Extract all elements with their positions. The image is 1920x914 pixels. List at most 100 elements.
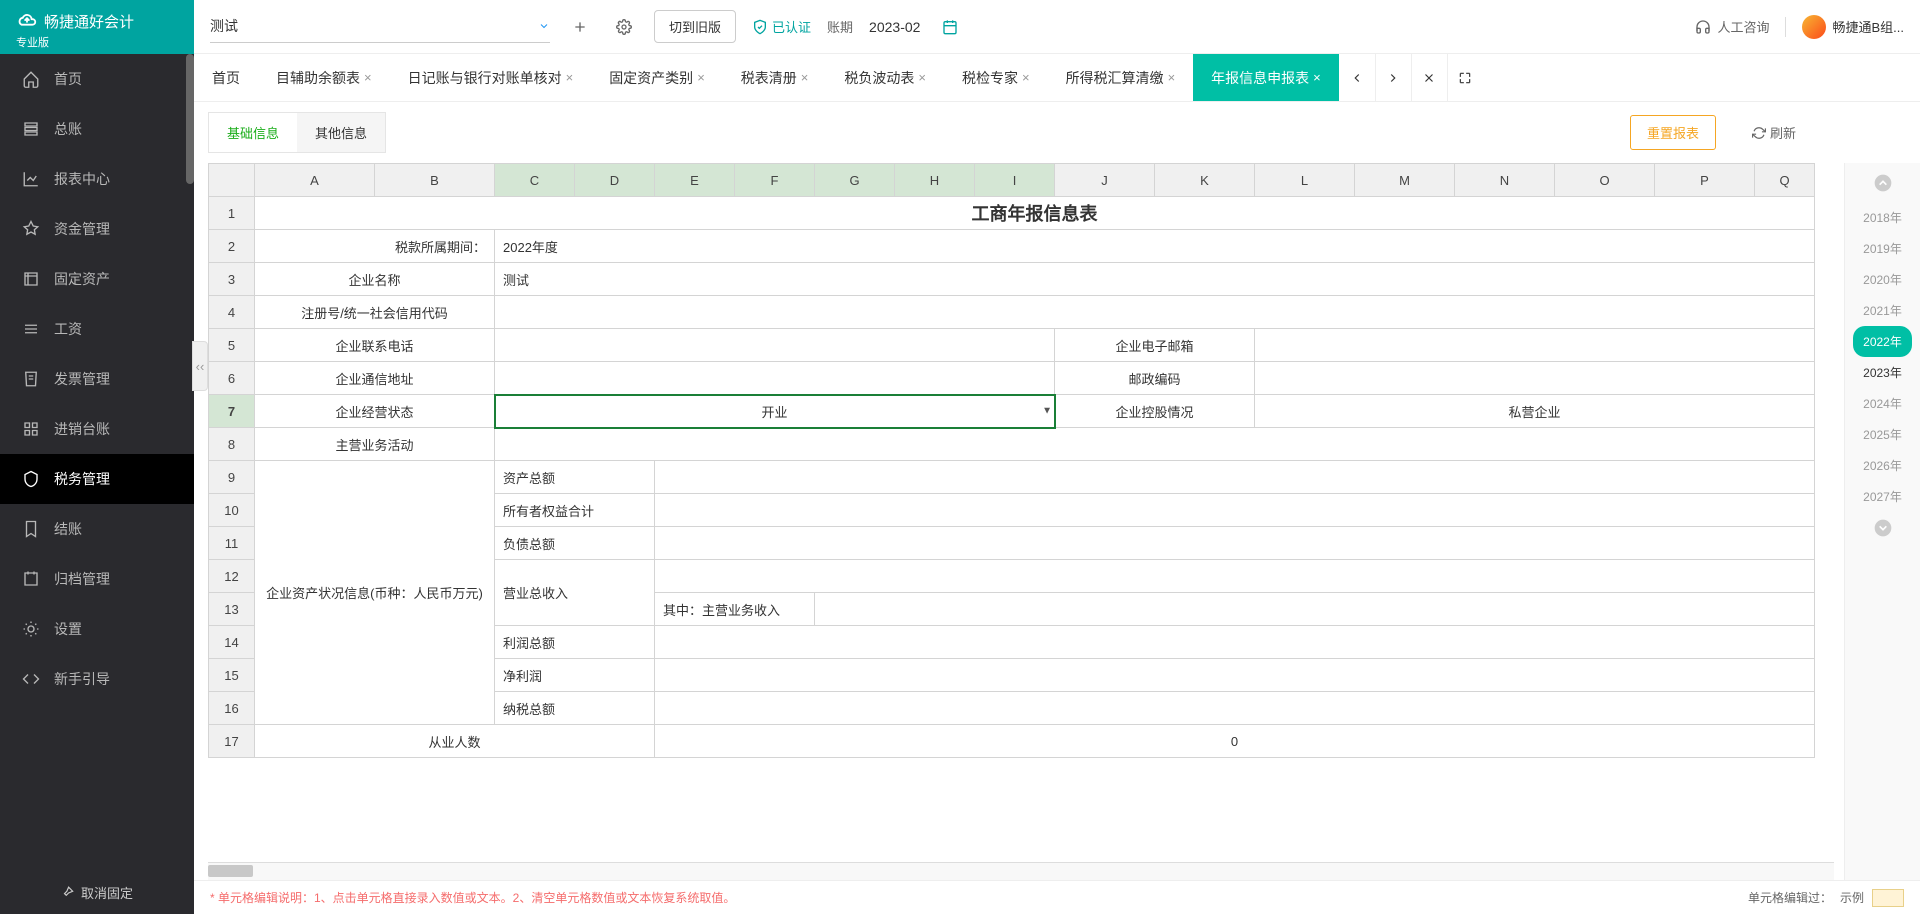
tab[interactable]: 所得税汇算清缴× [1048, 54, 1194, 101]
tab[interactable]: 税表清册× [723, 54, 827, 101]
tab[interactable]: 日记账与银行对账单核对× [390, 54, 592, 101]
column-header[interactable]: E [655, 164, 735, 197]
nav-ledger[interactable]: 总账 [0, 104, 194, 154]
grid-corner[interactable] [209, 164, 255, 197]
row-header[interactable]: 8 [209, 428, 255, 461]
nav-fixed-assets[interactable]: 固定资产 [0, 254, 194, 304]
support-button[interactable]: 人工咨询 [1695, 17, 1769, 36]
tab-close-icon[interactable]: × [1168, 70, 1176, 85]
row-header[interactable]: 3 [209, 263, 255, 296]
row-header[interactable]: 12 [209, 560, 255, 593]
column-header[interactable]: P [1655, 164, 1755, 197]
row-header[interactable]: 2 [209, 230, 255, 263]
horizontal-scrollbar[interactable] [208, 862, 1834, 880]
year-item[interactable]: 2023年 [1853, 357, 1912, 388]
year-item[interactable]: 2019年 [1853, 233, 1912, 264]
nav-inventory[interactable]: 进销台账 [0, 404, 194, 454]
company-select[interactable]: 测试 [210, 10, 550, 43]
reset-report-button[interactable]: 重置报表 [1630, 115, 1716, 150]
year-down-button[interactable] [1869, 514, 1897, 545]
nav-settings[interactable]: 设置 [0, 604, 194, 654]
year-item[interactable]: 2018年 [1853, 202, 1912, 233]
year-up-button[interactable] [1869, 169, 1897, 200]
row-header[interactable]: 16 [209, 692, 255, 725]
collapse-handle[interactable]: ‹‹ [192, 341, 208, 391]
tabs-close-button[interactable] [1411, 54, 1447, 101]
subtab[interactable]: 基础信息 [209, 113, 297, 152]
period-picker[interactable] [936, 13, 964, 41]
column-header[interactable]: A [255, 164, 375, 197]
year-item[interactable]: 2025年 [1853, 419, 1912, 450]
row-header[interactable]: 1 [209, 197, 255, 230]
nav-closing[interactable]: 结账 [0, 504, 194, 554]
nav-reports[interactable]: 报表中心 [0, 154, 194, 204]
nav-home[interactable]: 首页 [0, 54, 194, 104]
tab[interactable]: 年报信息申报表× [1193, 54, 1339, 101]
row-header[interactable]: 10 [209, 494, 255, 527]
tab-close-icon[interactable]: × [697, 70, 705, 85]
column-header[interactable]: K [1155, 164, 1255, 197]
tab[interactable]: 税负波动表× [826, 54, 944, 101]
row-header[interactable]: 11 [209, 527, 255, 560]
column-header[interactable]: N [1455, 164, 1555, 197]
add-button[interactable] [566, 13, 594, 41]
nav-payroll[interactable]: 工资 [0, 304, 194, 354]
tab[interactable]: 首页 [194, 54, 258, 101]
row-header[interactable]: 15 [209, 659, 255, 692]
column-header[interactable]: L [1255, 164, 1355, 197]
column-header[interactable]: Q [1755, 164, 1815, 197]
column-header[interactable]: D [575, 164, 655, 197]
column-header[interactable]: O [1555, 164, 1655, 197]
year-item[interactable]: 2026年 [1853, 450, 1912, 481]
row-header[interactable]: 4 [209, 296, 255, 329]
subtab[interactable]: 其他信息 [297, 113, 385, 152]
refresh-button[interactable]: 刷新 [1738, 116, 1810, 149]
tab-close-icon[interactable]: × [1022, 70, 1030, 85]
column-header[interactable]: C [495, 164, 575, 197]
tabs-next-button[interactable] [1375, 54, 1411, 101]
year-item[interactable]: 2020年 [1853, 264, 1912, 295]
nav-funds[interactable]: 资金管理 [0, 204, 194, 254]
nav-archive[interactable]: 归档管理 [0, 554, 194, 604]
column-header[interactable]: G [815, 164, 895, 197]
year-item[interactable]: 2027年 [1853, 481, 1912, 512]
sidebar-scrollbar[interactable] [186, 54, 194, 184]
row-header[interactable]: 7 [209, 395, 255, 428]
column-header[interactable]: F [735, 164, 815, 197]
settings-button[interactable] [610, 13, 638, 41]
tab[interactable]: 固定资产类别× [591, 54, 723, 101]
tab-close-icon[interactable]: × [1313, 70, 1321, 85]
year-item[interactable]: 2024年 [1853, 388, 1912, 419]
row-header[interactable]: 17 [209, 725, 255, 758]
spreadsheet[interactable]: ABCDEFGHIJKLMNOPQ1工商年报信息表2税款所属期间：2022年度3… [208, 163, 1834, 862]
row-header[interactable]: 9 [209, 461, 255, 494]
nav-tax[interactable]: 税务管理 [0, 454, 194, 504]
unpin-button[interactable]: 取消固定 [0, 871, 194, 914]
column-header[interactable]: I [975, 164, 1055, 197]
row-header[interactable]: 6 [209, 362, 255, 395]
dropdown-icon[interactable]: ▼ [1042, 406, 1052, 417]
row-header[interactable]: 5 [209, 329, 255, 362]
business-status-cell[interactable]: 开业▼ [495, 395, 1055, 428]
column-header[interactable]: J [1055, 164, 1155, 197]
year-item[interactable]: 2022年 [1853, 326, 1912, 357]
row-header[interactable]: 13 [209, 593, 255, 626]
column-header[interactable]: H [895, 164, 975, 197]
old-version-button[interactable]: 切到旧版 [654, 10, 736, 43]
nav-invoice[interactable]: 发票管理 [0, 354, 194, 404]
tab-close-icon[interactable]: × [364, 70, 372, 85]
fullscreen-button[interactable] [1447, 54, 1483, 101]
year-item[interactable]: 2021年 [1853, 295, 1912, 326]
nav-guide[interactable]: 新手引导 [0, 654, 194, 704]
row-header[interactable]: 14 [209, 626, 255, 659]
tabs-prev-button[interactable] [1339, 54, 1375, 101]
tab[interactable]: 税检专家× [944, 54, 1048, 101]
column-header[interactable]: B [375, 164, 495, 197]
tab[interactable]: 目辅助余额表× [258, 54, 390, 101]
main-area: 测试 切到旧版 已认证 账期 2023-02 人工咨询 [194, 0, 1920, 914]
tab-close-icon[interactable]: × [918, 70, 926, 85]
tab-close-icon[interactable]: × [566, 70, 574, 85]
column-header[interactable]: M [1355, 164, 1455, 197]
tab-close-icon[interactable]: × [801, 70, 809, 85]
user-menu[interactable]: 畅捷通B组... [1802, 15, 1904, 39]
